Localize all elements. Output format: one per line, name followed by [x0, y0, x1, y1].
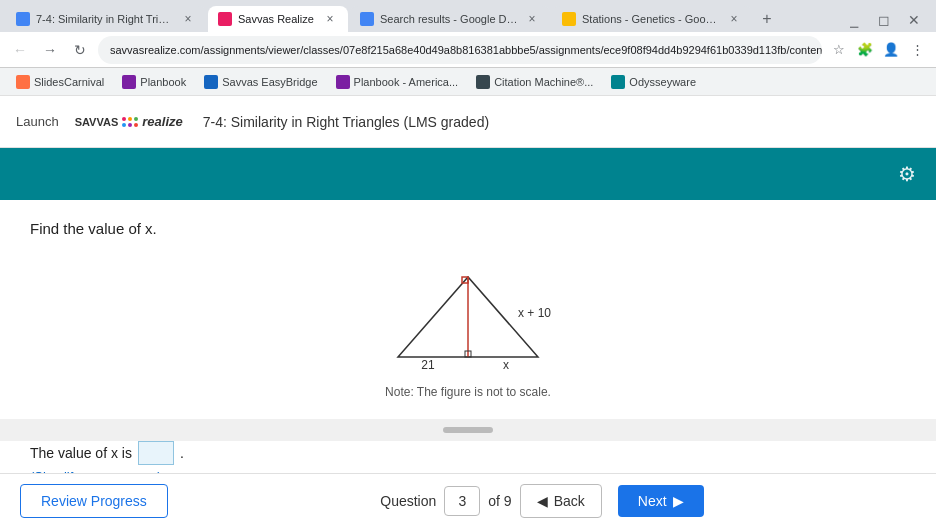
- tab-title-stations: Stations - Genetics - Google Sli...: [582, 13, 720, 25]
- bookmark-planbook-america[interactable]: Planbook - America...: [328, 73, 467, 91]
- page-title: 7-4: Similarity in Right Triangles (LMS …: [203, 114, 489, 130]
- dot-2: [128, 117, 132, 121]
- launch-label: Launch: [16, 114, 59, 129]
- bookmark-label-slidescarnival: SlidesCarnival: [34, 76, 104, 88]
- dot-5: [128, 123, 132, 127]
- back-chevron-icon: ◀: [537, 493, 548, 509]
- bookmark-label-planbook: Planbook: [140, 76, 186, 88]
- tab-similarity[interactable]: 7-4: Similarity in Right Triangles ×: [6, 6, 206, 32]
- bookmark-odysseyware[interactable]: Odysseyware: [603, 73, 704, 91]
- question-text: Find the value of x.: [30, 220, 906, 237]
- more-options-icon[interactable]: ⋮: [906, 39, 928, 61]
- answer-text-line: The value of x is .: [30, 441, 906, 465]
- dot-3: [134, 117, 138, 121]
- answer-input[interactable]: [138, 441, 174, 465]
- minimize-button[interactable]: ⎯: [842, 8, 866, 32]
- logo-dots: [122, 117, 138, 127]
- app-header: Launch SAVVAS realize 7-4: Similarity in…: [0, 96, 936, 148]
- bookmark-planbook[interactable]: Planbook: [114, 73, 194, 91]
- bookmark-label-odysseyware: Odysseyware: [629, 76, 696, 88]
- tab-close-similarity[interactable]: ×: [180, 11, 196, 27]
- answer-prefix: The value of x is: [30, 445, 132, 461]
- divider-pill: [443, 427, 493, 433]
- new-tab-button[interactable]: +: [754, 6, 780, 32]
- bookmark-icon-odysseyware: [611, 75, 625, 89]
- tab-close-savvas[interactable]: ×: [322, 11, 338, 27]
- question-label: Question: [380, 493, 436, 509]
- toolbar-icons: ☆ 🧩 👤 ⋮: [828, 39, 928, 61]
- savvas-logo: SAVVAS realize: [75, 114, 183, 129]
- bookmark-icon-citation: [476, 75, 490, 89]
- teal-toolbar: ⚙: [0, 148, 936, 200]
- tab-bar: 7-4: Similarity in Right Triangles × Sav…: [0, 0, 936, 32]
- bookmark-citation[interactable]: Citation Machine®...: [468, 73, 601, 91]
- bookmark-label-citation: Citation Machine®...: [494, 76, 593, 88]
- bookmark-label-planbook-america: Planbook - America...: [354, 76, 459, 88]
- tab-close-drive[interactable]: ×: [524, 11, 540, 27]
- tab-title-savvas: Savvas Realize: [238, 13, 316, 25]
- bookmark-icon-slidescarnival: [16, 75, 30, 89]
- answer-suffix: .: [180, 445, 184, 461]
- tab-icon-drive: [360, 12, 374, 26]
- logo-realize-text: realize: [142, 114, 182, 129]
- tab-drive[interactable]: Search results - Google Drive ×: [350, 6, 550, 32]
- diagram-note: Note: The figure is not to scale.: [30, 385, 906, 399]
- bookmark-label-easybridge: Savvas EasyBridge: [222, 76, 317, 88]
- close-window-button[interactable]: ✕: [902, 8, 926, 32]
- bookmark-icon-planbook-america: [336, 75, 350, 89]
- diagram-container: 21 x x + 10: [30, 257, 906, 377]
- back-nav-button[interactable]: ←: [8, 38, 32, 62]
- dot-4: [122, 123, 126, 127]
- tab-icon-stations: [562, 12, 576, 26]
- settings-icon[interactable]: ⚙: [898, 162, 916, 186]
- profile-icon[interactable]: 👤: [880, 39, 902, 61]
- maximize-button[interactable]: ◻: [872, 8, 896, 32]
- tab-stations[interactable]: Stations - Genetics - Google Sli... ×: [552, 6, 752, 32]
- forward-nav-button[interactable]: →: [38, 38, 62, 62]
- back-label: Back: [554, 493, 585, 509]
- tab-close-stations[interactable]: ×: [726, 11, 742, 27]
- dot-1: [122, 117, 126, 121]
- bookmark-slidescarnival[interactable]: SlidesCarnival: [8, 73, 112, 91]
- triangle-diagram: 21 x x + 10: [368, 257, 568, 377]
- reload-button[interactable]: ↻: [68, 38, 92, 62]
- next-chevron-icon: ▶: [673, 493, 684, 509]
- divider-area: [0, 419, 936, 441]
- current-question-number: 3: [458, 493, 466, 509]
- review-progress-button[interactable]: Review Progress: [20, 484, 168, 518]
- tab-icon-similarity: [16, 12, 30, 26]
- question-navigator: Question 3 of 9 ◀ Back Next ▶: [380, 484, 703, 518]
- label-x-base: x: [503, 358, 509, 372]
- total-questions-text: of 9: [488, 493, 511, 509]
- tab-icon-savvas: [218, 12, 232, 26]
- bookmark-icon-easybridge: [204, 75, 218, 89]
- question-content: Find the value of x. 21 x x + 10 Note: T…: [0, 200, 936, 419]
- extension-icon[interactable]: 🧩: [854, 39, 876, 61]
- bookmarks-bar: SlidesCarnival Planbook Savvas EasyBridg…: [0, 68, 936, 96]
- back-button[interactable]: ◀ Back: [520, 484, 602, 518]
- next-button[interactable]: Next ▶: [618, 485, 704, 517]
- tab-title-similarity: 7-4: Similarity in Right Triangles: [36, 13, 174, 25]
- address-bar: ← → ↻ savvasrealize.com/assignments/view…: [0, 32, 936, 68]
- question-number-box[interactable]: 3: [444, 486, 480, 516]
- bookmark-icon[interactable]: ☆: [828, 39, 850, 61]
- bottom-navigation: Review Progress Question 3 of 9 ◀ Back N…: [0, 473, 936, 527]
- url-bar[interactable]: savvasrealize.com/assignments/viewer/cla…: [98, 36, 822, 64]
- dot-6: [134, 123, 138, 127]
- tab-savvas[interactable]: Savvas Realize ×: [208, 6, 348, 32]
- bookmark-easybridge[interactable]: Savvas EasyBridge: [196, 73, 325, 91]
- bookmark-icon-planbook: [122, 75, 136, 89]
- logo-savvas-text: SAVVAS: [75, 116, 119, 128]
- tab-title-drive: Search results - Google Drive: [380, 13, 518, 25]
- label-21: 21: [421, 358, 435, 372]
- label-x-plus-10: x + 10: [518, 306, 551, 320]
- browser-chrome: 7-4: Similarity in Right Triangles × Sav…: [0, 0, 936, 96]
- next-label: Next: [638, 493, 667, 509]
